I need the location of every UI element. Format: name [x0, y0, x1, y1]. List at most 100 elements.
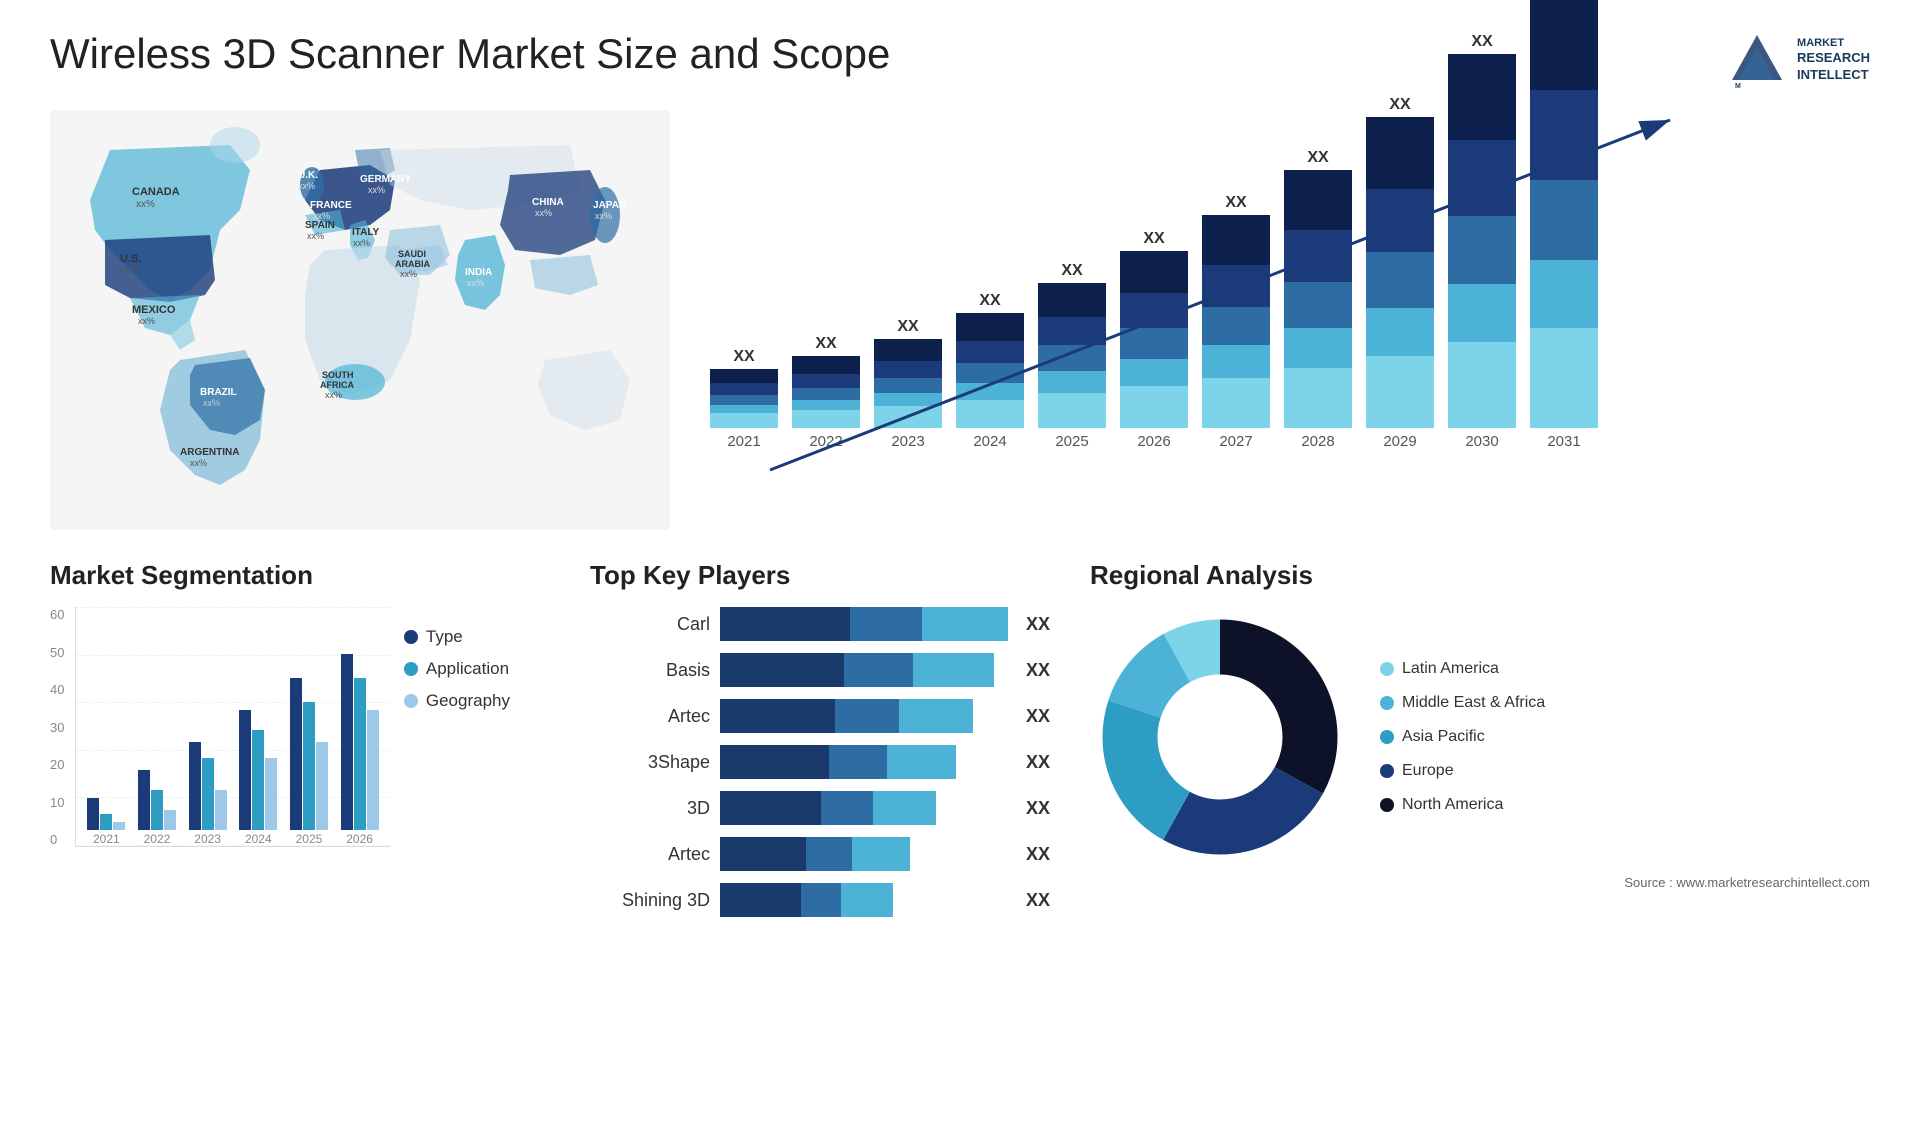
world-map: CANADA xx% U.S. xx% MEXICO xx% BRAZIL xx…	[50, 110, 670, 530]
player-val-3shape: XX	[1026, 752, 1050, 773]
mexico-label: MEXICO	[132, 304, 176, 316]
svg-text:xx%: xx%	[120, 265, 139, 276]
svg-text:xx%: xx%	[138, 316, 155, 326]
bar-2023: XX 2023	[874, 318, 942, 450]
svg-text:xx%: xx%	[325, 390, 342, 400]
svg-text:ARABIA: ARABIA	[395, 259, 430, 269]
argentina-label: ARGENTINA	[180, 447, 239, 458]
player-name-basis: Basis	[590, 660, 710, 681]
svg-text:xx%: xx%	[368, 185, 385, 195]
us-label: U.S.	[120, 253, 141, 265]
donut-chart	[1090, 607, 1350, 867]
donut-svg	[1090, 607, 1350, 867]
player-val-carl: XX	[1026, 614, 1050, 635]
france-label: FRANCE	[310, 200, 352, 211]
japan-label: JAPAN	[593, 200, 626, 211]
bar-2025: XX 2025	[1038, 262, 1106, 450]
india-label: INDIA	[465, 267, 492, 278]
bar-2031: XX 2031	[1530, 0, 1598, 450]
uk-label: U.K.	[298, 170, 318, 181]
svg-text:xx%: xx%	[353, 238, 370, 248]
asia-pacific-label: Asia Pacific	[1402, 728, 1485, 746]
bar-2024: XX 2024	[956, 292, 1024, 450]
player-name-shining3d: Shining 3D	[590, 890, 710, 911]
segmentation-panel: Market Segmentation 60 50 40 30 20 10 0	[50, 560, 570, 929]
regional-panel: Regional Analysis	[1070, 560, 1870, 929]
svg-text:xx%: xx%	[203, 398, 220, 408]
player-3shape: 3Shape XX	[590, 745, 1050, 779]
svg-text:xx%: xx%	[400, 269, 417, 279]
mea-dot	[1380, 696, 1394, 710]
mea-label: Middle East & Africa	[1402, 694, 1545, 712]
svg-text:xx%: xx%	[535, 208, 552, 218]
china-label: CHINA	[532, 197, 564, 208]
logo-icon: M	[1727, 30, 1787, 90]
bar-val-2021: XX	[733, 348, 754, 366]
north-america-dot	[1380, 798, 1394, 812]
bar-2026: XX 2026	[1120, 230, 1188, 450]
player-val-basis: XX	[1026, 660, 1050, 681]
player-val-artec2: XX	[1026, 844, 1050, 865]
brazil-label: BRAZIL	[200, 387, 237, 398]
player-val-shining3d: XX	[1026, 890, 1050, 911]
segmentation-chart: 60 50 40 30 20 10 0	[50, 607, 390, 887]
latin-america-dot	[1380, 662, 1394, 676]
logo: M MARKET RESEARCH INTELLECT	[1727, 30, 1870, 90]
geo-legend-dot	[404, 694, 418, 708]
south-africa-label: SOUTH	[322, 370, 354, 380]
player-name-carl: Carl	[590, 614, 710, 635]
regional-legend: Latin America Middle East & Africa Asia …	[1380, 660, 1545, 814]
app-legend-dot	[404, 662, 418, 676]
bar-2021: XX 2021	[710, 348, 778, 450]
bar-chart: XX 2021 XX	[690, 110, 1870, 530]
svg-text:xx%: xx%	[595, 211, 612, 221]
players-panel: Top Key Players Carl XX Basis	[570, 560, 1070, 929]
player-basis: Basis XX	[590, 653, 1050, 687]
svg-text:xx%: xx%	[298, 181, 315, 191]
player-name-artec2: Artec	[590, 844, 710, 865]
north-america-label: North America	[1402, 796, 1503, 814]
asia-pacific-dot	[1380, 730, 1394, 744]
regional-title: Regional Analysis	[1090, 560, 1870, 591]
type-legend-dot	[404, 630, 418, 644]
canada-pct: xx%	[136, 199, 155, 210]
bar-2027: XX 2027	[1202, 194, 1270, 450]
player-artec1: Artec XX	[590, 699, 1050, 733]
svg-text:M: M	[1735, 83, 1741, 90]
germany-label: GERMANY	[360, 174, 411, 185]
spain-label: SPAIN	[305, 220, 335, 231]
logo-text: MARKET RESEARCH INTELLECT	[1797, 36, 1870, 84]
top-section: CANADA xx% U.S. xx% MEXICO xx% BRAZIL xx…	[50, 110, 1870, 530]
page: Wireless 3D Scanner Market Size and Scop…	[0, 0, 1920, 1146]
map-svg: CANADA xx% U.S. xx% MEXICO xx% BRAZIL xx…	[50, 110, 670, 530]
player-carl: Carl XX	[590, 607, 1050, 641]
bar-2030: XX 2030	[1448, 33, 1516, 450]
latin-america-label: Latin America	[1402, 660, 1499, 678]
players-title: Top Key Players	[590, 560, 1050, 591]
player-val-artec1: XX	[1026, 706, 1050, 727]
app-legend-label: Application	[426, 659, 509, 679]
bar-chart-inner: XX 2021 XX	[690, 110, 1870, 490]
player-name-3shape: 3Shape	[590, 752, 710, 773]
bar-year-2021: 2021	[727, 433, 760, 450]
type-legend-label: Type	[426, 627, 463, 647]
svg-text:xx%: xx%	[307, 231, 324, 241]
svg-text:AFRICA: AFRICA	[320, 380, 354, 390]
europe-label: Europe	[1402, 762, 1454, 780]
player-artec2: Artec XX	[590, 837, 1050, 871]
player-shining3d: Shining 3D XX	[590, 883, 1050, 917]
segmentation-content: 60 50 40 30 20 10 0	[50, 607, 550, 887]
svg-text:xx%: xx%	[190, 458, 207, 468]
italy-label: ITALY	[352, 227, 380, 238]
bar-2028: XX 2028	[1284, 149, 1352, 450]
europe-dot	[1380, 764, 1394, 778]
player-name-artec1: Artec	[590, 706, 710, 727]
bottom-section: Market Segmentation 60 50 40 30 20 10 0	[50, 560, 1870, 929]
player-3d: 3D XX	[590, 791, 1050, 825]
bar-2029: XX 2029	[1366, 96, 1434, 450]
saudi-label: SAUDI	[398, 249, 426, 259]
canada-label: CANADA	[132, 186, 180, 198]
seg-legend: Type Application Geography	[404, 627, 510, 711]
player-val-3d: XX	[1026, 798, 1050, 819]
source-text: Source : www.marketresearchintellect.com	[1090, 875, 1870, 890]
